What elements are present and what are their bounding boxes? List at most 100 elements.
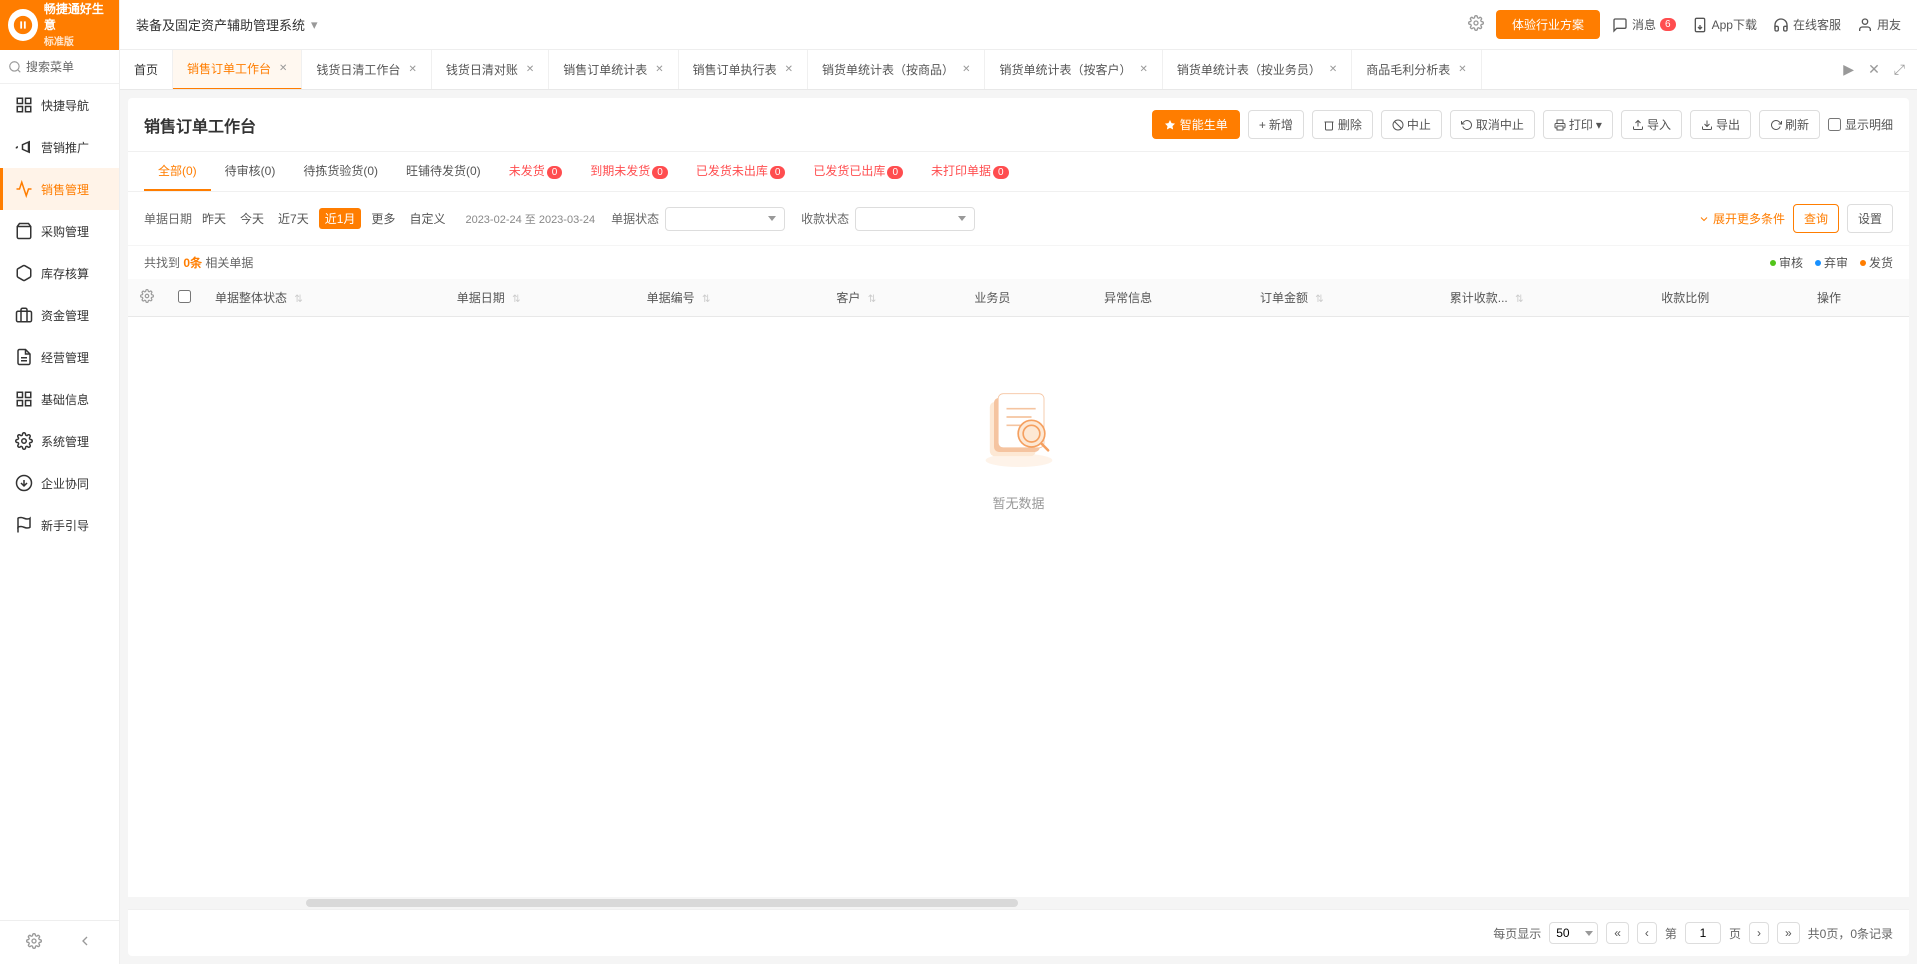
system-settings-btn[interactable]	[1468, 15, 1484, 34]
next-page-btn[interactable]: ›	[1749, 922, 1769, 944]
sidebar-item-system[interactable]: 系统管理	[0, 420, 119, 462]
cancel-stop-btn[interactable]: 取消中止	[1450, 110, 1535, 139]
tab-close-btn[interactable]: ✕	[1329, 64, 1337, 75]
sort-icon[interactable]: ⇅	[868, 294, 876, 305]
sidebar-item-purchase[interactable]: 采购管理	[0, 210, 119, 252]
sidebar-item-basic-info[interactable]: 基础信息	[0, 378, 119, 420]
date-option-1month[interactable]: 近1月	[319, 208, 362, 229]
date-option-yesterday[interactable]: 昨天	[198, 208, 230, 229]
status-select[interactable]	[665, 207, 785, 231]
date-option-custom[interactable]: 自定义	[405, 208, 449, 229]
show-detail-label[interactable]: 显示明细	[1828, 116, 1893, 133]
tab-daily-cash[interactable]: 钱货日清工作台 ✕	[302, 50, 431, 90]
tab-sales-order[interactable]: 销售订单工作台 ✕	[173, 50, 302, 90]
delete-btn[interactable]: 删除	[1312, 110, 1373, 139]
sort-icon[interactable]: ⇅	[294, 294, 302, 305]
sort-icon[interactable]: ⇅	[1515, 294, 1523, 305]
headset-icon	[1773, 17, 1789, 33]
select-all-checkbox[interactable]	[178, 290, 191, 303]
tab-close-btn[interactable]: ✕	[279, 63, 287, 74]
sub-tab-wangpu[interactable]: 旺铺待发货(0)	[392, 152, 495, 191]
industry-btn[interactable]: 体验行业方案	[1496, 10, 1600, 39]
import-btn[interactable]: 导入	[1621, 110, 1682, 139]
tab-close-btn[interactable]: ✕	[962, 64, 970, 75]
stop-btn[interactable]: 中止	[1381, 110, 1442, 139]
last-page-btn[interactable]: »	[1777, 922, 1800, 944]
tab-label: 销货单统计表（按业务员）	[1177, 61, 1321, 78]
sub-tab-overdue[interactable]: 到期未发货0	[576, 152, 682, 191]
tab-close-btn[interactable]: ✕	[655, 64, 663, 75]
date-option-7days[interactable]: 近7天	[274, 208, 313, 229]
smart-gen-btn[interactable]: 智能生单	[1152, 110, 1240, 139]
refresh-btn[interactable]: 刷新	[1759, 110, 1820, 139]
sort-icon[interactable]: ⇅	[702, 294, 710, 305]
date-option-more[interactable]: 更多	[367, 208, 399, 229]
tab-product-margin[interactable]: 商品毛利分析表 ✕	[1352, 50, 1481, 90]
page-input[interactable]	[1685, 922, 1721, 944]
tab-home[interactable]: 首页	[120, 50, 173, 90]
online-service-btn[interactable]: 在线客服	[1773, 16, 1841, 33]
tab-cash-reconcile[interactable]: 钱货日清对账 ✕	[432, 50, 549, 90]
show-detail-checkbox[interactable]	[1828, 118, 1841, 131]
filter-bar: 单据日期 昨天 今天 近7天 近1月 更多 自定义 2023-02-24 至 2…	[128, 192, 1909, 246]
col-settings[interactable]	[128, 279, 166, 317]
sidebar-item-marketing[interactable]: 营销推广	[0, 126, 119, 168]
sidebar-item-sales[interactable]: 销售管理	[0, 168, 119, 210]
sub-tab-label: 旺铺待发货(0)	[406, 164, 481, 178]
sub-tab-all[interactable]: 全部(0)	[144, 152, 211, 191]
col-checkbox[interactable]	[166, 279, 203, 317]
tab-close-all-btn[interactable]: ✕	[1864, 59, 1884, 80]
tab-scroll-right-btn[interactable]: ▶	[1839, 59, 1858, 80]
messages-btn[interactable]: 消息 6	[1612, 16, 1676, 33]
sidebar-item-quick-nav[interactable]: 快捷导航	[0, 84, 119, 126]
h-scroll-thumb[interactable]	[306, 899, 1018, 907]
review-action-btn[interactable]: 审核	[1770, 254, 1803, 271]
sidebar-item-label: 库存核算	[41, 265, 89, 282]
add-btn[interactable]: + 新增	[1248, 110, 1304, 139]
query-btn[interactable]: 查询	[1793, 204, 1839, 233]
payment-select[interactable]	[855, 207, 975, 231]
user-menu-btn[interactable]: 用友	[1857, 16, 1901, 33]
review-label: 审核	[1779, 254, 1803, 271]
page-size-select[interactable]: 50 10 20 100	[1549, 922, 1598, 944]
tab-maximize-btn[interactable]: ⤢	[1890, 59, 1909, 80]
cancel-review-action-btn[interactable]: 弃审	[1815, 254, 1848, 271]
sidebar-item-finance[interactable]: 资金管理	[0, 294, 119, 336]
sidebar-item-inventory[interactable]: 库存核算	[0, 252, 119, 294]
sub-tab-not-shipped[interactable]: 未发货0	[495, 152, 577, 191]
print-btn[interactable]: 打印 ▾	[1543, 110, 1613, 139]
collapse-sidebar-btn[interactable]	[73, 929, 97, 956]
settings-bottom-btn[interactable]	[22, 929, 46, 956]
app-download-btn[interactable]: App下载	[1692, 16, 1757, 33]
h-scroll-area[interactable]	[128, 897, 1909, 909]
tab-close-btn[interactable]: ✕	[526, 64, 534, 75]
sub-tab-pending-review[interactable]: 待审核(0)	[211, 152, 290, 191]
results-bar: 共找到 0条 相关单据 审核 弃审 发货	[128, 246, 1909, 279]
sidebar-item-guide[interactable]: 新手引导	[0, 504, 119, 546]
prev-page-btn[interactable]: ‹	[1637, 922, 1657, 944]
sidebar-item-operations[interactable]: 经营管理	[0, 336, 119, 378]
tab-close-btn[interactable]: ✕	[1458, 64, 1466, 75]
sub-tab-shipped-not-out[interactable]: 已发货未出库0	[682, 152, 800, 191]
ship-action-btn[interactable]: 发货	[1860, 254, 1893, 271]
sub-tab-pending-inspect[interactable]: 待拣货验货(0)	[289, 152, 392, 191]
tab-sales-stats[interactable]: 销售订单统计表 ✕	[549, 50, 678, 90]
tab-sales-summary-staff[interactable]: 销货单统计表（按业务员） ✕	[1163, 50, 1352, 90]
sub-tab-not-printed[interactable]: 未打印单据0	[917, 152, 1023, 191]
date-option-today[interactable]: 今天	[236, 208, 268, 229]
tab-sales-exec[interactable]: 销售订单执行表 ✕	[679, 50, 808, 90]
sort-icon[interactable]: ⇅	[1315, 294, 1323, 305]
tab-close-btn[interactable]: ✕	[1139, 64, 1147, 75]
first-page-btn[interactable]: «	[1606, 922, 1629, 944]
sub-tab-shipped-out[interactable]: 已发货已出库0	[799, 152, 917, 191]
tab-sales-summary-customer[interactable]: 销货单统计表（按客户） ✕	[985, 50, 1162, 90]
sidebar-item-enterprise[interactable]: 企业协同	[0, 462, 119, 504]
expand-conditions-btn[interactable]: 展开更多条件	[1698, 210, 1785, 227]
tab-sales-summary-product[interactable]: 销货单统计表（按商品） ✕	[808, 50, 985, 90]
tab-close-btn[interactable]: ✕	[408, 64, 416, 75]
settings-btn[interactable]: 设置	[1847, 204, 1893, 233]
export-btn[interactable]: 导出	[1690, 110, 1751, 139]
sort-icon[interactable]: ⇅	[512, 294, 520, 305]
tab-close-btn[interactable]: ✕	[785, 64, 793, 75]
search-menu[interactable]: 搜索菜单	[0, 50, 119, 84]
